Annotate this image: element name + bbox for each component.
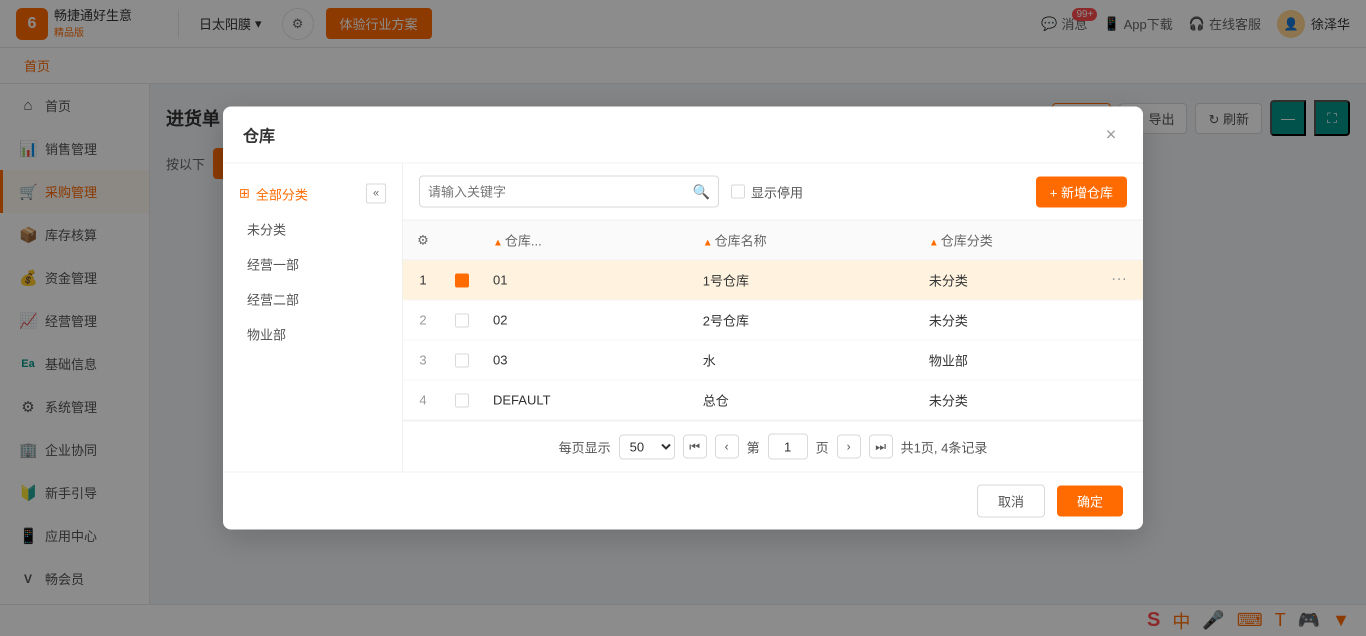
- row-checkbox[interactable]: [455, 313, 469, 327]
- row-category: 未分类···: [917, 260, 1143, 300]
- page-number-input[interactable]: [768, 434, 808, 460]
- row-name: 1号仓库: [691, 260, 917, 300]
- sort-icon-code: ▲: [493, 238, 503, 249]
- row-checkbox[interactable]: [455, 393, 469, 407]
- warehouse-table: ⚙ ▲仓库... ▲仓库名称 ▲仓库分类 1 01 1号仓库 未分类: [403, 221, 1143, 421]
- right-panel: 🔍 显示停用 + 新增仓库 ⚙ ▲仓库... ▲仓库名称: [403, 164, 1143, 472]
- row-gear-cell: 4: [403, 380, 443, 420]
- th-code: ▲仓库...: [481, 221, 691, 261]
- category-item-property[interactable]: 物业部: [223, 317, 402, 352]
- category-item-ops2[interactable]: 经营二部: [223, 282, 402, 317]
- th-name: ▲仓库名称: [691, 221, 917, 261]
- modal-title: 仓库: [243, 123, 275, 147]
- row-code: 01: [481, 260, 691, 300]
- table-header-row: ⚙ ▲仓库... ▲仓库名称 ▲仓库分类: [403, 221, 1143, 261]
- sort-icon-category: ▲: [929, 238, 939, 249]
- prev-page-button[interactable]: ‹: [715, 435, 739, 459]
- all-categories-item[interactable]: ⊞ 全部分类 «: [223, 176, 402, 212]
- per-page-select[interactable]: 501020100: [619, 434, 675, 459]
- table-row[interactable]: 2 02 2号仓库 未分类: [403, 300, 1143, 340]
- row-gear-cell: 3: [403, 340, 443, 380]
- show-disabled-text: 显示停用: [751, 182, 803, 201]
- all-categories-label: 全部分类: [256, 184, 308, 203]
- add-warehouse-button[interactable]: + 新增仓库: [1036, 176, 1127, 207]
- per-page-label: 每页显示: [559, 437, 611, 456]
- first-page-button[interactable]: ⏮: [683, 435, 707, 459]
- table-row[interactable]: 4 DEFAULT 总仓 未分类: [403, 380, 1143, 420]
- table-row[interactable]: 1 01 1号仓库 未分类···: [403, 260, 1143, 300]
- row-category: 未分类: [917, 300, 1143, 340]
- row-code: DEFAULT: [481, 380, 691, 420]
- show-disabled-label[interactable]: 显示停用: [731, 182, 803, 201]
- row-checkbox[interactable]: [455, 273, 469, 287]
- grid-icon: ⊞: [239, 186, 250, 202]
- row-checkbox-cell[interactable]: [443, 260, 481, 300]
- modal-body: ⊞ 全部分类 « 未分类 经营一部 经营二部 物业部 🔍 显示停用 +: [223, 164, 1143, 472]
- th-check: [443, 221, 481, 261]
- category-item-unclassified[interactable]: 未分类: [223, 212, 402, 247]
- row-checkbox[interactable]: [455, 353, 469, 367]
- search-icon: 🔍: [693, 183, 710, 200]
- sort-icon-name: ▲: [703, 238, 713, 249]
- page-label: 第: [747, 437, 760, 456]
- collapse-button[interactable]: «: [366, 184, 386, 204]
- search-box: 🔍: [419, 176, 719, 208]
- row-more-button[interactable]: ···: [1107, 271, 1131, 289]
- row-code: 02: [481, 300, 691, 340]
- th-category: ▲仓库分类: [917, 221, 1143, 261]
- row-name: 水: [691, 340, 917, 380]
- row-name: 总仓: [691, 380, 917, 420]
- row-gear-cell: 2: [403, 300, 443, 340]
- row-gear-cell: 1: [403, 260, 443, 300]
- page-unit: 页: [816, 437, 829, 456]
- warehouse-modal: 仓库 × ⊞ 全部分类 « 未分类 经营一部 经营二部 物业部 🔍: [223, 107, 1143, 530]
- total-records-label: 共1页, 4条记录: [901, 437, 988, 456]
- th-gear: ⚙: [403, 221, 443, 261]
- gear-th-icon: ⚙: [417, 232, 429, 247]
- last-page-button[interactable]: ⏭: [869, 435, 893, 459]
- row-checkbox-cell[interactable]: [443, 380, 481, 420]
- row-category: 未分类: [917, 380, 1143, 420]
- modal-header: 仓库 ×: [223, 107, 1143, 164]
- table-row[interactable]: 3 03 水 物业部: [403, 340, 1143, 380]
- confirm-button[interactable]: 确定: [1057, 486, 1123, 517]
- search-input[interactable]: [428, 184, 693, 199]
- row-code: 03: [481, 340, 691, 380]
- row-checkbox-cell[interactable]: [443, 300, 481, 340]
- next-page-button[interactable]: ›: [837, 435, 861, 459]
- cancel-button[interactable]: 取消: [977, 485, 1045, 518]
- modal-toolbar: 🔍 显示停用 + 新增仓库: [403, 164, 1143, 221]
- category-item-ops1[interactable]: 经营一部: [223, 247, 402, 282]
- show-disabled-checkbox[interactable]: [731, 185, 745, 199]
- modal-pagination: 每页显示 501020100 ⏮ ‹ 第 页 › ⏭ 共1页, 4条记录: [403, 421, 1143, 472]
- row-checkbox-cell[interactable]: [443, 340, 481, 380]
- modal-close-button[interactable]: ×: [1099, 123, 1123, 147]
- category-panel: ⊞ 全部分类 « 未分类 经营一部 经营二部 物业部: [223, 164, 403, 472]
- modal-footer: 取消 确定: [223, 472, 1143, 530]
- row-name: 2号仓库: [691, 300, 917, 340]
- row-category: 物业部: [917, 340, 1143, 380]
